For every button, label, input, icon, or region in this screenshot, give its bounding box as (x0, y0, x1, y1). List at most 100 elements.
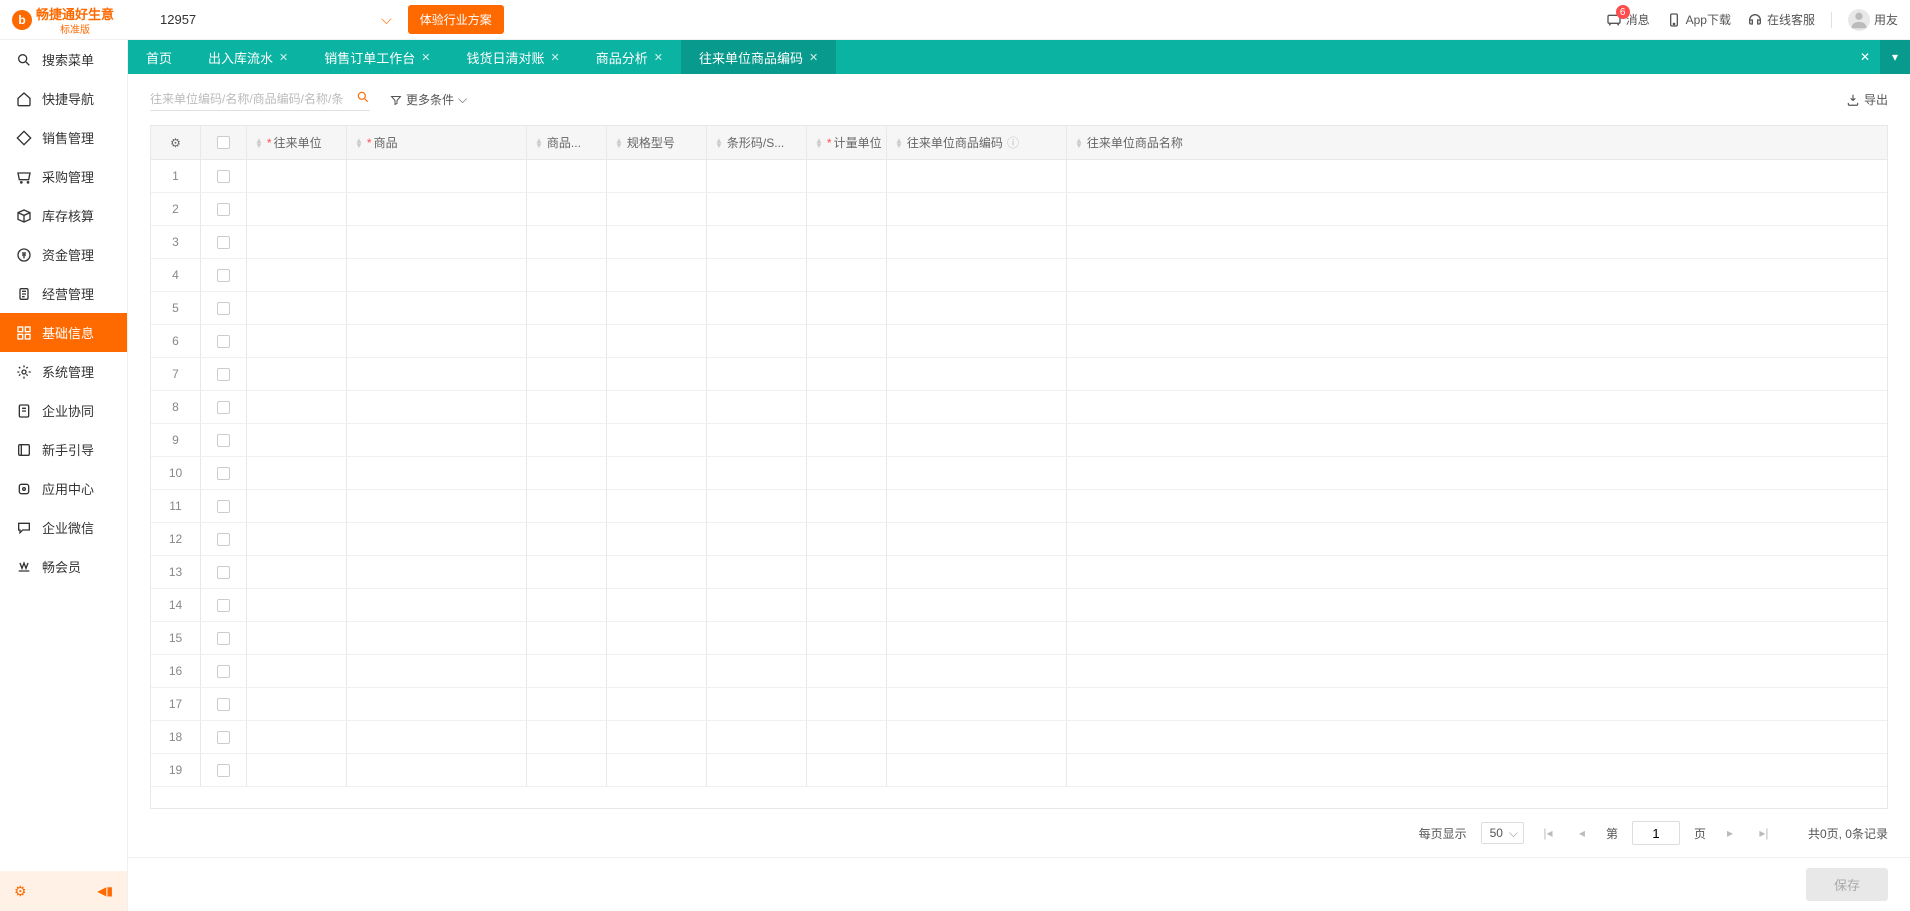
cell-partner-unit[interactable] (247, 259, 347, 291)
cell-barcode[interactable] (707, 325, 807, 357)
trial-industry-button[interactable]: 体验行业方案 (408, 5, 504, 34)
table-row[interactable]: 7 (151, 358, 1887, 391)
cell-measure-unit[interactable] (807, 556, 887, 588)
cell-spec[interactable] (607, 457, 707, 489)
table-row[interactable]: 1 (151, 160, 1887, 193)
cell-partner-unit[interactable] (247, 688, 347, 720)
tab-close-icon[interactable]: ✕ (654, 51, 663, 64)
cell-barcode[interactable] (707, 490, 807, 522)
cell-partner-product-name[interactable] (1067, 424, 1887, 456)
cell-partner-product-name[interactable] (1067, 523, 1887, 555)
cell-spec[interactable] (607, 589, 707, 621)
cell-barcode[interactable] (707, 160, 807, 192)
cell-spec[interactable] (607, 655, 707, 687)
cell-measure-unit[interactable] (807, 721, 887, 753)
cell-product[interactable] (347, 292, 527, 324)
cell-barcode[interactable] (707, 292, 807, 324)
table-row[interactable]: 10 (151, 457, 1887, 490)
cell-product[interactable] (347, 325, 527, 357)
cell-spec[interactable] (607, 193, 707, 225)
row-checkbox[interactable] (217, 599, 230, 612)
cell-product[interactable] (347, 490, 527, 522)
cell-product-code[interactable] (527, 424, 607, 456)
settings-icon[interactable]: ⚙ (14, 883, 27, 900)
cell-product-code[interactable] (527, 226, 607, 258)
tab-close-icon[interactable]: ✕ (551, 51, 560, 64)
cell-product[interactable] (347, 754, 527, 786)
cell-measure-unit[interactable] (807, 754, 887, 786)
row-checkbox[interactable] (217, 500, 230, 513)
cell-product-code[interactable] (527, 292, 607, 324)
cell-product-code[interactable] (527, 457, 607, 489)
tab-close-icon[interactable]: ✕ (279, 51, 288, 64)
cell-partner-unit[interactable] (247, 523, 347, 555)
cell-measure-unit[interactable] (807, 259, 887, 291)
sidebar-item-5[interactable]: 资金管理 (0, 235, 127, 274)
cell-barcode[interactable] (707, 226, 807, 258)
row-checkbox[interactable] (217, 170, 230, 183)
cell-product-code[interactable] (527, 259, 607, 291)
table-row[interactable]: 18 (151, 721, 1887, 754)
product-header[interactable]: ▲▼*商品 (347, 126, 527, 159)
cell-spec[interactable] (607, 688, 707, 720)
cell-spec[interactable] (607, 556, 707, 588)
cell-partner-product-code[interactable] (887, 556, 1067, 588)
partner-product-name-header[interactable]: ▲▼往来单位商品名称 (1067, 126, 1887, 159)
online-service-button[interactable]: 在线客服 (1747, 11, 1815, 28)
cell-partner-product-name[interactable] (1067, 490, 1887, 522)
spec-header[interactable]: ▲▼规格型号 (607, 126, 707, 159)
cell-partner-product-code[interactable] (887, 589, 1067, 621)
cell-partner-unit[interactable] (247, 358, 347, 390)
row-checkbox[interactable] (217, 665, 230, 678)
cell-measure-unit[interactable] (807, 688, 887, 720)
cell-partner-product-code[interactable] (887, 160, 1067, 192)
cell-partner-product-code[interactable] (887, 490, 1067, 522)
cell-measure-unit[interactable] (807, 424, 887, 456)
tab-3[interactable]: 钱货日清对账✕ (448, 40, 577, 74)
search-icon[interactable] (356, 90, 370, 107)
sidebar-item-2[interactable]: 销售管理 (0, 118, 127, 157)
sidebar-item-10[interactable]: 新手引导 (0, 430, 127, 469)
cell-product-code[interactable] (527, 490, 607, 522)
row-checkbox[interactable] (217, 368, 230, 381)
cell-product[interactable] (347, 688, 527, 720)
row-checkbox[interactable] (217, 764, 230, 777)
cell-barcode[interactable] (707, 589, 807, 621)
row-checkbox[interactable] (217, 434, 230, 447)
cell-partner-product-name[interactable] (1067, 160, 1887, 192)
cell-product[interactable] (347, 226, 527, 258)
sidebar-item-4[interactable]: 库存核算 (0, 196, 127, 235)
cell-product-code[interactable] (527, 556, 607, 588)
cell-measure-unit[interactable] (807, 655, 887, 687)
cell-product-code[interactable] (527, 655, 607, 687)
page-number-input[interactable] (1632, 821, 1680, 845)
cell-partner-unit[interactable] (247, 457, 347, 489)
search-input[interactable] (150, 88, 370, 111)
cell-product[interactable] (347, 589, 527, 621)
tab-0[interactable]: 首页 (128, 40, 190, 74)
measure-unit-header[interactable]: ▲▼*计量单位 (807, 126, 887, 159)
sidebar-item-8[interactable]: 系统管理 (0, 352, 127, 391)
cell-product-code[interactable] (527, 622, 607, 654)
cell-product-code[interactable] (527, 589, 607, 621)
table-row[interactable]: 16 (151, 655, 1887, 688)
tab-close-icon[interactable]: ✕ (421, 51, 430, 64)
cell-spec[interactable] (607, 259, 707, 291)
last-page-button[interactable]: ▸| (1754, 823, 1774, 843)
cell-spec[interactable] (607, 160, 707, 192)
cell-spec[interactable] (607, 622, 707, 654)
tab-1[interactable]: 出入库流水✕ (190, 40, 306, 74)
table-row[interactable]: 12 (151, 523, 1887, 556)
cell-partner-unit[interactable] (247, 226, 347, 258)
cell-partner-product-name[interactable] (1067, 325, 1887, 357)
cell-partner-product-code[interactable] (887, 259, 1067, 291)
sidebar-item-0[interactable]: 搜索菜单 (0, 40, 127, 79)
row-checkbox[interactable] (217, 203, 230, 216)
table-row[interactable]: 4 (151, 259, 1887, 292)
cell-partner-product-code[interactable] (887, 358, 1067, 390)
cell-barcode[interactable] (707, 523, 807, 555)
sidebar-item-1[interactable]: 快捷导航 (0, 79, 127, 118)
row-checkbox[interactable] (217, 698, 230, 711)
cell-partner-product-name[interactable] (1067, 754, 1887, 786)
row-checkbox[interactable] (217, 566, 230, 579)
